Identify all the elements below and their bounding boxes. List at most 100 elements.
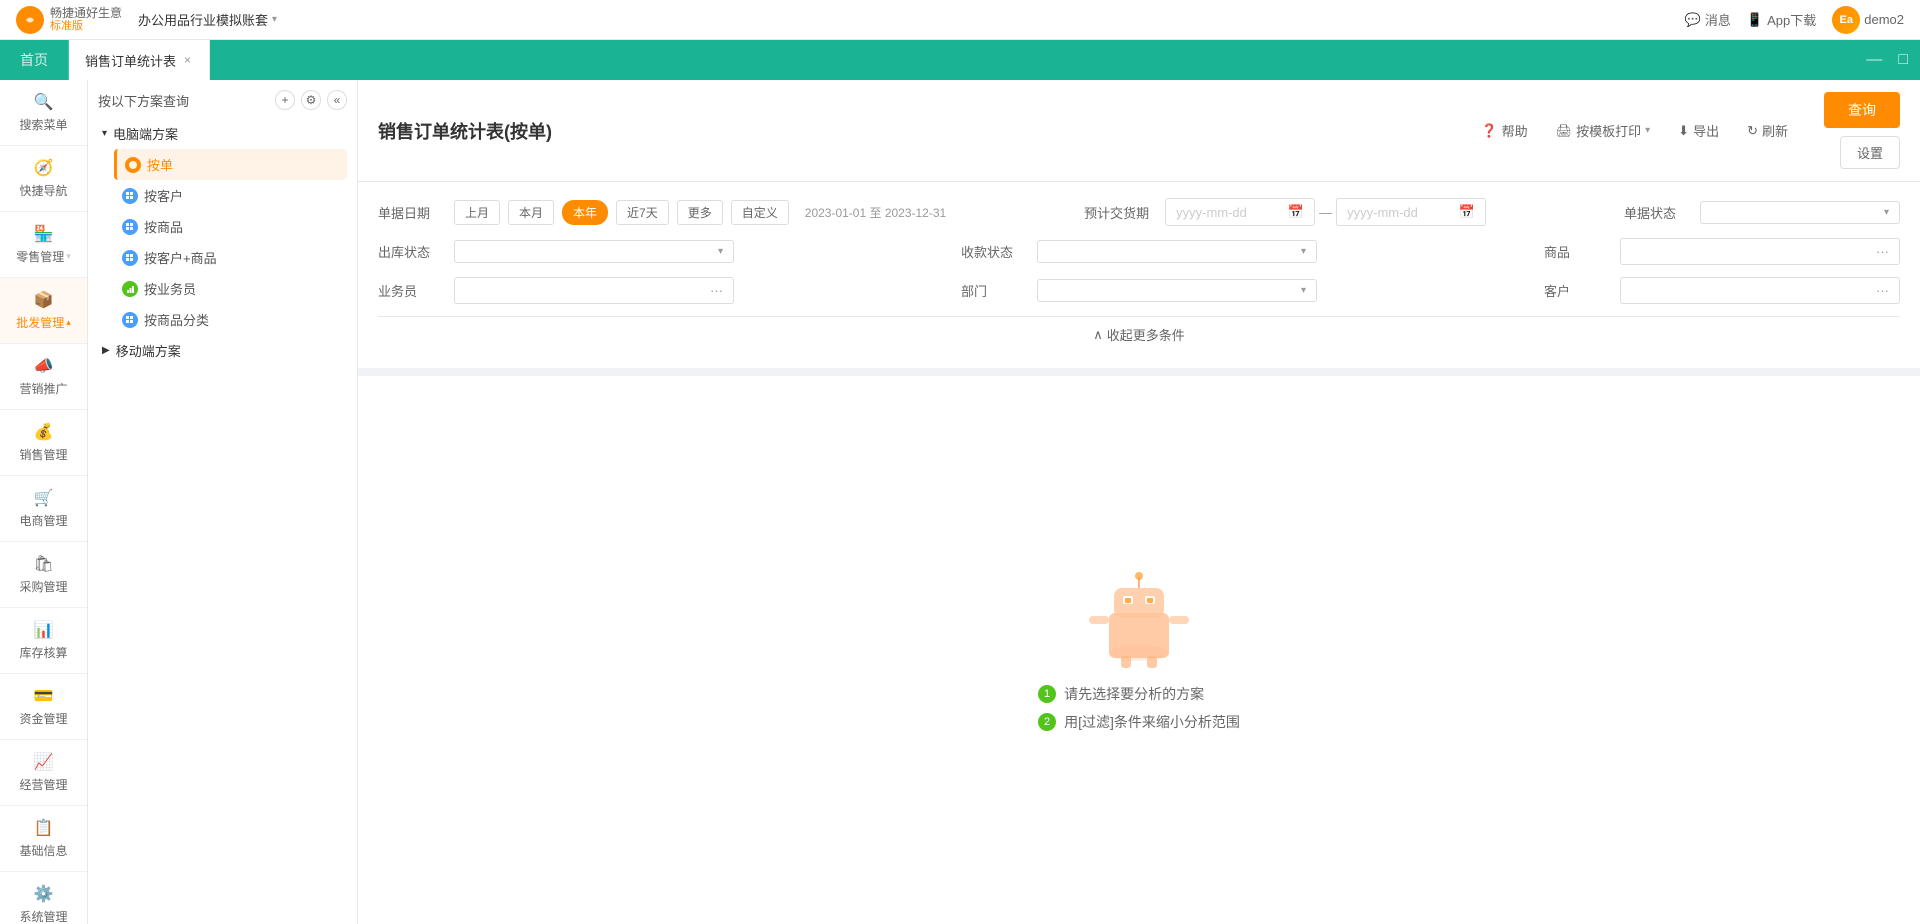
scheme-category-pc[interactable]: ▾ 电脑端方案 xyxy=(98,118,347,149)
operation-icon: 📈 xyxy=(34,752,54,772)
collapse-bar[interactable]: ∧ 收起更多条件 xyxy=(378,316,1900,352)
sidebar-item-inventory[interactable]: 📊 库存核算 xyxy=(0,608,87,674)
print-icon: 🖨 xyxy=(1556,123,1573,139)
customer-select[interactable]: ··· xyxy=(1620,277,1900,304)
product-scheme-icon xyxy=(122,219,138,235)
product-select[interactable]: ··· xyxy=(1620,238,1900,265)
scheme-item-product-category[interactable]: 按商品分类 xyxy=(114,304,347,335)
window-maximize-btn[interactable]: □ xyxy=(1894,47,1912,73)
sidebar-item-ecommerce[interactable]: 🛒 电商管理 xyxy=(0,476,87,542)
payment-status-label: 收款状态 xyxy=(961,242,1021,261)
salesperson-label: 业务员 xyxy=(378,281,438,300)
calendar-start-icon: 📅 xyxy=(1288,204,1304,220)
department-select[interactable]: ▾ xyxy=(1037,279,1317,302)
doc-status-select[interactable]: ▾ xyxy=(1700,201,1900,224)
logo-area: 畅捷通好生意 标准版 xyxy=(16,6,122,34)
refresh-btn[interactable]: ↻ 刷新 xyxy=(1739,117,1796,144)
scheme-item-salesperson[interactable]: 按业务员 xyxy=(114,273,347,304)
sidebar-item-operation[interactable]: 📈 经营管理 xyxy=(0,740,87,806)
empty-state: 1 请先选择要分析的方案 2 用[过滤]条件来缩小分析范围 xyxy=(358,376,1920,924)
collapse-panel-btn[interactable]: « xyxy=(327,90,347,110)
calendar-end-icon: 📅 xyxy=(1459,204,1475,220)
user-profile[interactable]: Ea demo2 xyxy=(1832,6,1904,34)
marketing-icon: 📣 xyxy=(34,356,54,376)
category-arrow-icon: ▾ xyxy=(102,128,107,139)
scheme-item-customer[interactable]: 按客户 xyxy=(114,180,347,211)
date-more-btn[interactable]: 更多 xyxy=(677,200,723,225)
empty-hint-2: 2 用[过滤]条件来缩小分析范围 xyxy=(1038,712,1240,732)
date-separator: — xyxy=(1319,205,1332,220)
customer-product-scheme-icon xyxy=(122,250,138,266)
sidebar-item-sales[interactable]: 💰 销售管理 xyxy=(0,410,87,476)
order-scheme-icon xyxy=(125,157,141,173)
page-header: 销售订单统计表(按单) ❓ 帮助 🖨 按模板打印 ▾ ⬇ xyxy=(358,80,1920,182)
left-panel: 按以下方案查询 + ⚙ « ▾ 电脑端方案 xyxy=(88,80,358,924)
hint-num-2: 2 xyxy=(1038,713,1056,731)
retail-arrow-icon: ▾ xyxy=(66,251,71,262)
collapse-arrow-icon: ∧ xyxy=(1093,327,1103,343)
sidebar-item-search[interactable]: 🔍 搜索菜单 xyxy=(0,80,87,146)
tab-home[interactable]: 首页 xyxy=(0,40,69,80)
company-selector[interactable]: 办公用品行业模拟账套 ▾ xyxy=(130,6,285,33)
page-header-actions: ❓ 帮助 🖨 按模板打印 ▾ ⬇ 导出 xyxy=(1473,92,1900,169)
salesperson-scheme-icon xyxy=(122,281,138,297)
customer-more-icon[interactable]: ··· xyxy=(1876,283,1889,298)
tab-sales-order[interactable]: 销售订单统计表 × xyxy=(69,40,210,80)
message-btn[interactable]: 💬 消息 xyxy=(1685,10,1731,29)
sidebar-item-system[interactable]: ⚙️ 系统管理 xyxy=(0,872,87,924)
payment-status-select[interactable]: ▾ xyxy=(1037,240,1317,263)
date-last7-btn[interactable]: 近7天 xyxy=(616,200,669,225)
date-this-month-btn[interactable]: 本月 xyxy=(508,200,554,225)
app-download-btn[interactable]: 📱 App下载 xyxy=(1747,10,1816,29)
filter-area: 单据日期 上月 本月 本年 近7天 更多 自定义 2023-01-01 至 20… xyxy=(358,182,1920,368)
sidebar-item-marketing[interactable]: 📣 营销推广 xyxy=(0,344,87,410)
window-minimize-btn[interactable]: — xyxy=(1862,47,1886,73)
add-scheme-btn[interactable]: + xyxy=(275,90,295,110)
scheme-item-order[interactable]: 按单 xyxy=(114,149,347,180)
salesperson-select[interactable]: ··· xyxy=(454,277,734,304)
wholesale-arrow-icon: ▴ xyxy=(66,317,71,328)
compass-icon: 🧭 xyxy=(34,158,54,178)
filter-row-2: 出库状态 ▾ 收款状态 ▾ 商品 ··· xyxy=(378,238,1900,265)
date-label: 单据日期 xyxy=(378,203,438,222)
ship-status-dropdown-icon: ▾ xyxy=(718,246,723,257)
settings-scheme-btn[interactable]: ⚙ xyxy=(301,90,321,110)
page-title: 销售订单统计表(按单) xyxy=(378,118,552,144)
sidebar-item-basic[interactable]: 📋 基础信息 xyxy=(0,806,87,872)
template-print-btn[interactable]: 🖨 按模板打印 ▾ xyxy=(1548,117,1659,144)
scheme-items-pc: 按单 按客户 按商品 xyxy=(98,149,347,335)
sidebar-item-wholesale[interactable]: 📦 批发管理 ▴ xyxy=(0,278,87,344)
delivery-date-start[interactable]: yyyy-mm-dd 📅 xyxy=(1165,198,1315,226)
mobile-category-arrow-icon: ▶ xyxy=(102,345,110,356)
finance-icon: 💳 xyxy=(34,686,54,706)
delivery-date-end[interactable]: yyyy-mm-dd 📅 xyxy=(1336,198,1486,226)
help-btn[interactable]: ❓ 帮助 xyxy=(1473,117,1535,144)
product-more-icon[interactable]: ··· xyxy=(1876,244,1889,259)
sidebar-item-finance[interactable]: 💳 资金管理 xyxy=(0,674,87,740)
date-last-month-btn[interactable]: 上月 xyxy=(454,200,500,225)
date-this-year-btn[interactable]: 本年 xyxy=(562,200,608,225)
top-header: 畅捷通好生意 标准版 办公用品行业模拟账套 ▾ 💬 消息 📱 App下载 Ea … xyxy=(0,0,1920,40)
purchase-icon: 🛍 xyxy=(33,554,53,574)
scheme-category-mobile[interactable]: ▶ 移动端方案 xyxy=(98,335,347,366)
settings-btn[interactable]: 设置 xyxy=(1840,136,1900,169)
sidebar-item-quick-nav[interactable]: 🧭 快捷导航 xyxy=(0,146,87,212)
sidebar-item-retail[interactable]: 🏪 零售管理 ▾ xyxy=(0,212,87,278)
salesperson-more-icon[interactable]: ··· xyxy=(710,283,723,298)
panel-title: 按以下方案查询 xyxy=(98,91,189,110)
empty-illustration xyxy=(1079,568,1199,668)
header-left: 畅捷通好生意 标准版 办公用品行业模拟账套 ▾ xyxy=(16,6,285,34)
filter-row-1: 单据日期 上月 本月 本年 近7天 更多 自定义 2023-01-01 至 20… xyxy=(378,198,1900,226)
customer-label: 客户 xyxy=(1544,281,1604,300)
department-label: 部门 xyxy=(961,281,1021,300)
tab-close-btn[interactable]: × xyxy=(182,51,193,69)
estimated-delivery-label: 预计交货期 xyxy=(1084,203,1149,222)
ship-status-select[interactable]: ▾ xyxy=(454,240,734,263)
payment-status-dropdown-icon: ▾ xyxy=(1301,246,1306,257)
sidebar-item-purchase[interactable]: 🛍 采购管理 xyxy=(0,542,87,608)
scheme-item-customer-product[interactable]: 按客户+商品 xyxy=(114,242,347,273)
query-btn[interactable]: 查询 xyxy=(1824,92,1900,128)
scheme-item-product[interactable]: 按商品 xyxy=(114,211,347,242)
date-custom-btn[interactable]: 自定义 xyxy=(731,200,789,225)
export-btn[interactable]: ⬇ 导出 xyxy=(1670,117,1727,144)
